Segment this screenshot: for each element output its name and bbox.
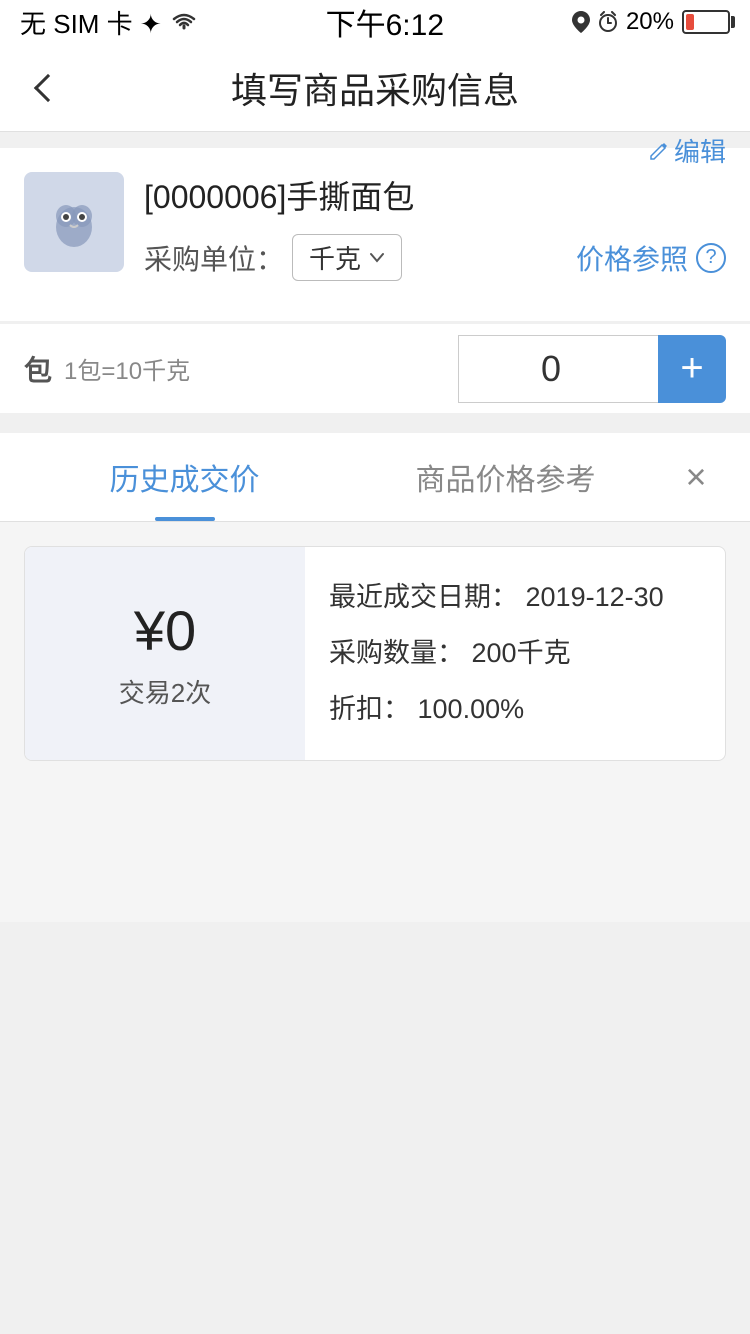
status-right: 20% (572, 8, 730, 36)
discount-item: 折扣： 100.00% (329, 691, 701, 729)
product-header: [0000006]手撕面包 编辑 采购单位： 千克 (24, 172, 726, 281)
chevron-down-icon (369, 252, 385, 264)
recent-date-value: 2019-12-30 (526, 582, 664, 612)
battery-level (686, 14, 694, 30)
close-icon: × (685, 456, 706, 498)
unit-select[interactable]: 千克 (292, 234, 402, 281)
status-left: 无 SIM 卡 ✦ (20, 4, 198, 41)
tab-active-indicator (155, 517, 215, 521)
product-thumbnail (24, 172, 124, 272)
battery-icon (682, 10, 730, 34)
unit-badge: 包 (24, 349, 52, 389)
help-icon: ? (696, 243, 726, 273)
location-icon (572, 11, 590, 33)
tab-bar: 历史成交价 商品价格参考 × (0, 433, 750, 522)
history-card: ¥0 交易2次 最近成交日期： 2019-12-30 采购数量： 200千克 折… (24, 546, 726, 761)
content-area: ¥0 交易2次 最近成交日期： 2019-12-30 采购数量： 200千克 折… (0, 522, 750, 922)
back-button[interactable] (24, 64, 72, 112)
quantity-input[interactable] (458, 335, 658, 403)
back-arrow-icon (34, 73, 62, 101)
history-price-section: ¥0 交易2次 (25, 547, 305, 760)
discount-label: 折扣： (329, 694, 410, 724)
edit-label: 编辑 (674, 132, 726, 169)
product-name: [0000006]手撕面包 (144, 172, 414, 218)
edit-icon (648, 140, 670, 162)
tab-history-label: 历史成交价 (110, 455, 260, 499)
tab-history-price[interactable]: 历史成交价 (24, 433, 345, 521)
tab-close-button[interactable]: × (666, 447, 726, 507)
discount-value: 100.00% (418, 694, 525, 724)
unit-label: 采购单位： (144, 238, 284, 278)
product-card: [0000006]手撕面包 编辑 采购单位： 千克 (0, 148, 750, 321)
price-ref-button[interactable]: 价格参照 ? (576, 238, 726, 278)
purchase-qty-value: 200千克 (472, 638, 571, 668)
battery-label: 20% (626, 8, 674, 36)
edit-button[interactable]: 编辑 (648, 132, 726, 169)
alarm-icon (598, 11, 618, 33)
quantity-unit-info: 包 1包=10千克 (24, 349, 190, 389)
plus-icon: + (680, 346, 703, 391)
tab-product-price-ref[interactable]: 商品价格参考 (345, 433, 666, 521)
history-price: ¥0 (134, 598, 196, 663)
price-ref-label: 价格参照 (576, 238, 688, 278)
quantity-input-group: + (458, 335, 726, 403)
status-time: 下午6:12 (326, 0, 444, 44)
product-unit-row: 采购单位： 千克 价格参照 ? (144, 234, 726, 281)
unit-value: 千克 (309, 239, 361, 276)
recent-date-label: 最近成交日期： (329, 582, 518, 612)
quantity-row: 包 1包=10千克 + (0, 323, 750, 413)
quantity-plus-button[interactable]: + (658, 335, 726, 403)
purchase-qty-label: 采购数量： (329, 638, 464, 668)
history-details-section: 最近成交日期： 2019-12-30 采购数量： 200千克 折扣： 100.0… (305, 547, 725, 760)
page-title: 填写商品采购信息 (231, 62, 519, 114)
product-logo-icon (44, 192, 104, 252)
history-trades: 交易2次 (119, 673, 211, 710)
wifi-icon (170, 12, 198, 32)
recent-date-item: 最近成交日期： 2019-12-30 (329, 579, 701, 617)
nav-bar: 填写商品采购信息 (0, 44, 750, 132)
no-sim-label: 无 SIM 卡 ✦ (20, 4, 162, 41)
purchase-qty-item: 采购数量： 200千克 (329, 635, 701, 673)
tab-price-ref-label: 商品价格参考 (416, 455, 596, 499)
status-bar: 无 SIM 卡 ✦ 下午6:12 20% (0, 0, 750, 44)
product-info: [0000006]手撕面包 编辑 采购单位： 千克 (144, 172, 726, 281)
unit-conversion: 1包=10千克 (64, 351, 190, 386)
